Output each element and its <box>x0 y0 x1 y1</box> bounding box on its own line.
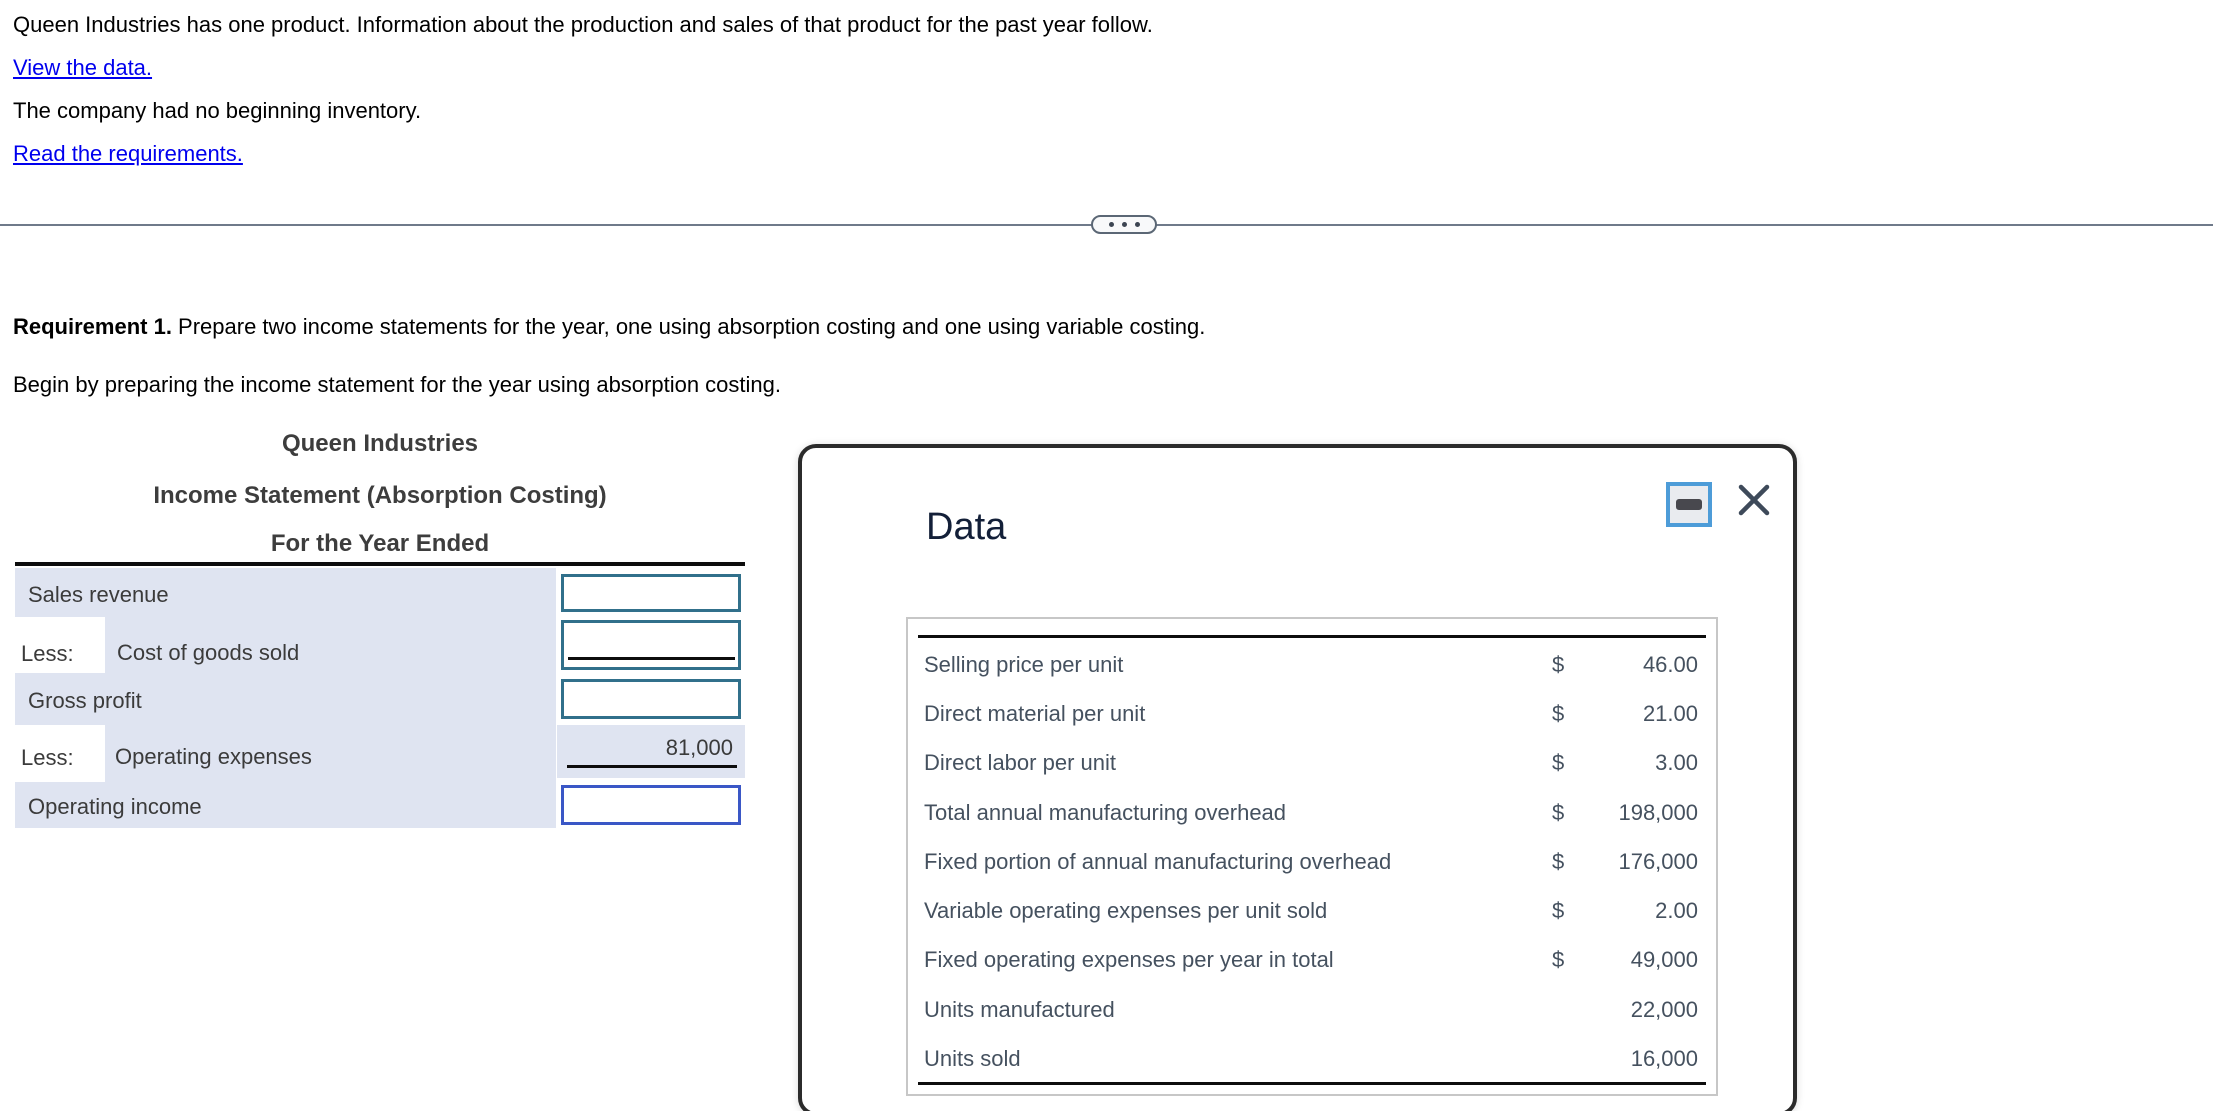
intro-line-1: Queen Industries has one product. Inform… <box>13 12 1153 37</box>
data-table-rows: Selling price per unit $ 46.00 Direct ma… <box>908 640 1716 1084</box>
row-value: 16,000 <box>1630 1046 1698 1072</box>
ellipsis-dot-icon <box>1108 222 1114 227</box>
divider-toggle-button[interactable] <box>1091 215 1157 234</box>
row-label: Direct labor per unit <box>924 750 1116 776</box>
table-row: Total annual manufacturing overhead $ 19… <box>908 788 1716 837</box>
row-value: 46.00 <box>1642 651 1698 677</box>
screen: Queen Industries has one product. Inform… <box>0 0 2213 1111</box>
requirement-1-label: Requirement 1. <box>13 314 172 339</box>
row-label: Units sold <box>924 1046 1021 1072</box>
row-value: 2.00 <box>1655 898 1698 924</box>
minimize-icon <box>1676 499 1702 510</box>
table-bottom-rule <box>918 1082 1706 1085</box>
row-currency: $ <box>1552 848 1565 874</box>
data-table: Selling price per unit $ 46.00 Direct ma… <box>906 617 1718 1096</box>
row-label: Total annual manufacturing overhead <box>924 799 1287 825</box>
statement-title: Income Statement (Absorption Costing) <box>153 482 607 509</box>
data-dialog-title: Data <box>926 506 1007 548</box>
row-label: Selling price per unit <box>924 651 1124 677</box>
view-data-link[interactable]: View the data. <box>13 55 152 81</box>
statement-top-rule <box>15 562 745 566</box>
row-label: Direct material per unit <box>924 700 1146 726</box>
table-row: Fixed operating expenses per year in tot… <box>908 936 1716 985</box>
row-currency: $ <box>1552 898 1565 924</box>
close-button[interactable] <box>1738 484 1770 516</box>
row-currency: $ <box>1552 651 1565 677</box>
table-row: Direct material per unit $ 21.00 <box>908 689 1716 738</box>
table-row: Selling price per unit $ 46.00 <box>908 640 1716 689</box>
row-value: 21.00 <box>1642 700 1698 726</box>
table-row: Direct labor per unit $ 3.00 <box>908 739 1716 788</box>
statement-period-title: For the Year Ended <box>270 530 490 557</box>
row-label-operating-income: Operating income <box>28 794 202 819</box>
gross-profit-input[interactable] <box>561 679 741 719</box>
row-value: 49,000 <box>1630 947 1698 973</box>
operating-income-input[interactable] <box>561 785 741 825</box>
read-requirements-link[interactable]: Read the requirements. <box>13 141 243 167</box>
row-value: 198,000 <box>1618 799 1698 825</box>
row-label-sales-revenue: Sales revenue <box>28 582 169 607</box>
ellipsis-dot-icon <box>1134 222 1140 227</box>
table-row: Units sold 16,000 <box>908 1034 1716 1083</box>
row-value: 3.00 <box>1655 750 1698 776</box>
row-label: Units manufactured <box>924 996 1115 1022</box>
ellipsis-dot-icon <box>1121 222 1127 227</box>
begin-instruction-text: Begin by preparing the income statement … <box>13 372 782 397</box>
sales-revenue-input[interactable] <box>561 574 741 612</box>
row-currency: $ <box>1552 750 1565 776</box>
row-label: Fixed operating expenses per year in tot… <box>924 947 1334 973</box>
row-label: Fixed portion of annual manufacturing ov… <box>924 848 1392 874</box>
intro-line-2: The company had no beginning inventory. <box>13 98 422 123</box>
row-currency: $ <box>1552 799 1565 825</box>
row-label-cost-of-goods-sold: Cost of goods sold <box>117 640 300 665</box>
cost-of-goods-sold-input[interactable] <box>561 620 741 670</box>
table-top-rule <box>918 635 1706 638</box>
table-row: Variable operating expenses per unit sol… <box>908 886 1716 935</box>
row-label: Variable operating expenses per unit sol… <box>924 898 1328 924</box>
row-currency: $ <box>1552 947 1565 973</box>
row-value: 176,000 <box>1618 848 1698 874</box>
row-label-operating-expenses: Operating expenses <box>115 744 312 769</box>
row-prefix-less-2: Less: <box>21 745 74 770</box>
requirement-1-body: Prepare two income statements for the ye… <box>171 314 1206 339</box>
table-row: Fixed portion of annual manufacturing ov… <box>908 837 1716 886</box>
minimize-button[interactable] <box>1666 482 1712 527</box>
data-dialog: Data Selling price per unit $ 46.00 Dire… <box>798 444 1797 1111</box>
operating-expenses-value-cell: 81,000 <box>557 725 745 778</box>
close-icon <box>1738 484 1770 516</box>
row-value: 22,000 <box>1630 996 1698 1022</box>
row-prefix-less-1: Less: <box>21 641 74 666</box>
requirement-1-text: Requirement 1. Prepare two income statem… <box>13 314 1205 340</box>
table-row: Units manufactured 22,000 <box>908 985 1716 1034</box>
row-label-gross-profit: Gross profit <box>28 688 142 713</box>
statement-company-title: Queen Industries <box>281 430 479 457</box>
row-currency: $ <box>1552 700 1565 726</box>
